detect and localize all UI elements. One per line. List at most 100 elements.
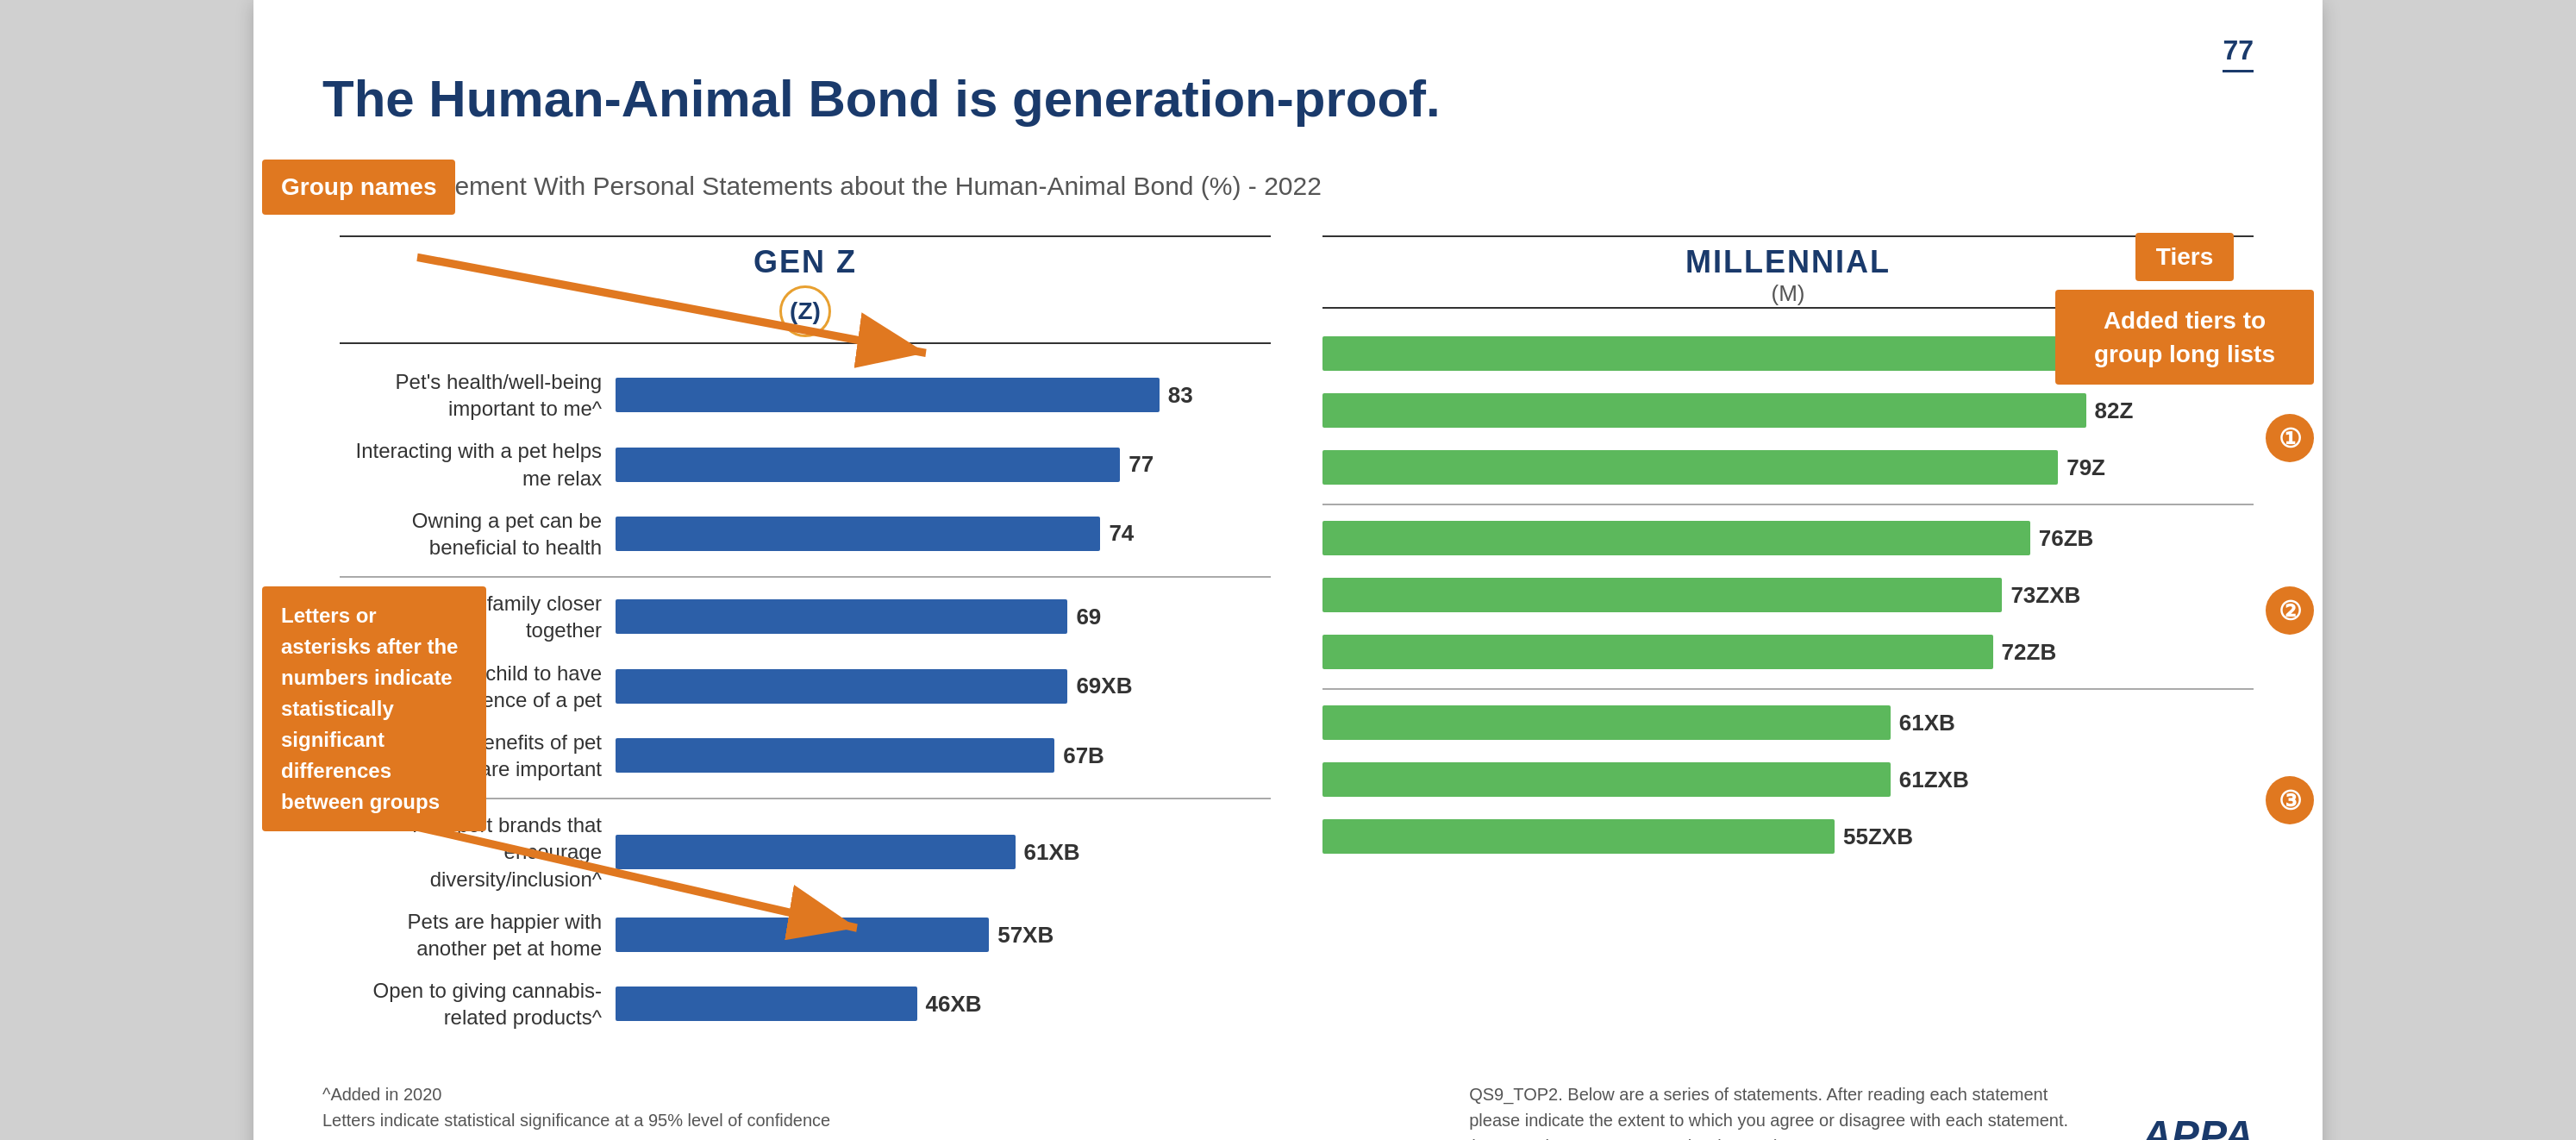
tier-1-badge: ①	[2266, 414, 2314, 462]
m-bar-container-9: 55ZXB	[1322, 819, 2254, 854]
m-bar-container-4: 76ZB	[1322, 521, 2254, 555]
tiers-badge: Tiers	[2135, 233, 2234, 281]
bar-value-1: 83	[1168, 382, 1237, 409]
m-bar-green-7	[1322, 705, 1891, 740]
m-bar-value-2: 82Z	[2095, 398, 2164, 424]
bar-blue-1	[616, 378, 1160, 412]
bar-label-1: Pet's health/well-being important to me^	[340, 368, 616, 422]
bar-container-2: 77	[616, 448, 1271, 482]
group-names-box: Group names	[262, 160, 455, 215]
bar-container-7: 61XB	[616, 835, 1271, 869]
page-number: 77	[2223, 34, 2254, 72]
bar-row-3: Owning a pet can be beneficial to health…	[340, 507, 1271, 561]
footnote-right: QS9_TOP2. Below are a series of statemen…	[1469, 1081, 2073, 1140]
m-bar-green-3	[1322, 450, 2058, 485]
m-bar-green-8	[1322, 762, 1891, 797]
bar-row-1: Pet's health/well-being important to me^…	[340, 368, 1271, 422]
appa-logo: APPA	[2141, 1112, 2254, 1140]
bar-label-8: Pets are happier with another pet at hom…	[340, 908, 616, 961]
footnote-left-1: ^Added in 2020	[322, 1081, 830, 1107]
millennial-name: MILLENNIAL	[1685, 244, 1891, 280]
bar-value-4: 69	[1076, 604, 1145, 630]
m-bar-green-9	[1322, 819, 1835, 854]
genz-header-line	[340, 235, 1271, 237]
bar-label-2: Interacting with a pet helps me relax	[340, 437, 616, 491]
tier-3-badge: ③	[2266, 776, 2314, 824]
bar-container-5: 69XB	[616, 669, 1271, 704]
chart-subtitle: Total Agreement With Personal Statements…	[340, 172, 2254, 201]
m-bar-value-8: 61ZXB	[1899, 767, 1969, 793]
m-bar-row-2: 82Z	[1322, 390, 2254, 431]
tiers-annotation: Tiers Added tiers to group long lists	[2055, 233, 2314, 385]
letters-box: Letters or asterisks after the numbers i…	[262, 586, 486, 831]
m-tier-divider-2	[1322, 688, 2254, 690]
bar-container-8: 57XB	[616, 918, 1271, 952]
added-tiers-text: Added tiers to group long lists	[2055, 290, 2314, 385]
m-bar-value-6: 72ZB	[2002, 639, 2071, 666]
bar-value-9: 46XB	[926, 991, 995, 1018]
m-bar-green-4	[1322, 521, 2030, 555]
m-bar-row-8: 61ZXB	[1322, 759, 2254, 800]
m-bar-container-5: 73ZXB	[1322, 578, 2254, 612]
bar-container-3: 74	[616, 517, 1271, 551]
bar-blue-6	[616, 738, 1054, 773]
bar-row-2: Interacting with a pet helps me relax 77	[340, 437, 1271, 491]
bar-blue-3	[616, 517, 1100, 551]
bar-value-7: 61XB	[1024, 839, 1093, 866]
m-bar-row-6: 72ZB	[1322, 631, 2254, 673]
m-bar-container-2: 82Z	[1322, 393, 2254, 428]
tier-divider-1	[340, 576, 1271, 578]
bar-container-9: 46XB	[616, 987, 1271, 1021]
millennial-sub: (M)	[1772, 280, 1805, 307]
bar-container-1: 83	[616, 378, 1271, 412]
bar-blue-7	[616, 835, 1016, 869]
m-tier-divider-1	[1322, 504, 2254, 505]
bar-value-2: 77	[1129, 451, 1197, 478]
m-bar-green-1	[1322, 336, 2141, 371]
genz-header-line-bottom	[340, 342, 1271, 344]
m-bar-value-9: 55ZXB	[1843, 824, 1913, 850]
bar-value-5: 69XB	[1076, 673, 1145, 699]
bar-container-6: 67B	[616, 738, 1271, 773]
genz-badge: (Z)	[779, 285, 831, 337]
m-bar-value-3: 79Z	[2066, 454, 2135, 481]
m-bar-green-2	[1322, 393, 2086, 428]
chart-area: GEN Z (Z) Pet's health/well-being import…	[340, 235, 2254, 1047]
bar-blue-8	[616, 918, 989, 952]
m-bar-row-9: 55ZXB	[1322, 816, 2254, 857]
tier-2-badge: ②	[2266, 586, 2314, 635]
m-bar-container-7: 61XB	[1322, 705, 2254, 740]
m-bar-container-3: 79Z	[1322, 450, 2254, 485]
m-bar-green-6	[1322, 635, 1993, 669]
bar-value-3: 74	[1109, 520, 1178, 547]
slide-title: The Human-Animal Bond is generation-proo…	[322, 69, 2254, 128]
bar-container-4: 69	[616, 599, 1271, 634]
bar-blue-4	[616, 599, 1067, 634]
bar-row-9: Open to giving cannabis-related products…	[340, 977, 1271, 1030]
m-bar-container-8: 61ZXB	[1322, 762, 2254, 797]
slide: 77 The Human-Animal Bond is generation-p…	[253, 0, 2323, 1140]
m-bar-value-4: 76ZB	[2039, 525, 2108, 552]
bar-blue-9	[616, 987, 917, 1021]
m-bar-value-7: 61XB	[1899, 710, 1968, 736]
bar-value-6: 67B	[1063, 742, 1132, 769]
bar-blue-5	[616, 669, 1067, 704]
m-bar-green-5	[1322, 578, 2002, 612]
m-bar-row-4: 76ZB	[1322, 517, 2254, 559]
footnote-left: ^Added in 2020 Letters indicate statisti…	[322, 1081, 830, 1140]
letters-annotation: Letters or asterisks after the numbers i…	[262, 586, 486, 831]
footnote-left-3: Base Gen Z: 2294, Gen M: 4269, Gen X: 34…	[322, 1133, 830, 1140]
m-bar-row-3: 79Z	[1322, 447, 2254, 488]
bar-label-3: Owning a pet can be beneficial to health	[340, 507, 616, 561]
m-bar-value-5: 73ZXB	[2010, 582, 2080, 609]
bar-blue-2	[616, 448, 1120, 482]
bar-row-8: Pets are happier with another pet at hom…	[340, 908, 1271, 961]
footnote-left-2: Letters indicate statistical significanc…	[322, 1107, 830, 1133]
bar-label-9: Open to giving cannabis-related products…	[340, 977, 616, 1030]
m-bar-container-6: 72ZB	[1322, 635, 2254, 669]
group-names-annotation: Group names	[262, 160, 455, 215]
bar-value-8: 57XB	[997, 922, 1066, 949]
m-bar-row-5: 73ZXB	[1322, 574, 2254, 616]
footnote-area: ^Added in 2020 Letters indicate statisti…	[322, 1081, 2254, 1140]
m-bar-row-7: 61XB	[1322, 702, 2254, 743]
